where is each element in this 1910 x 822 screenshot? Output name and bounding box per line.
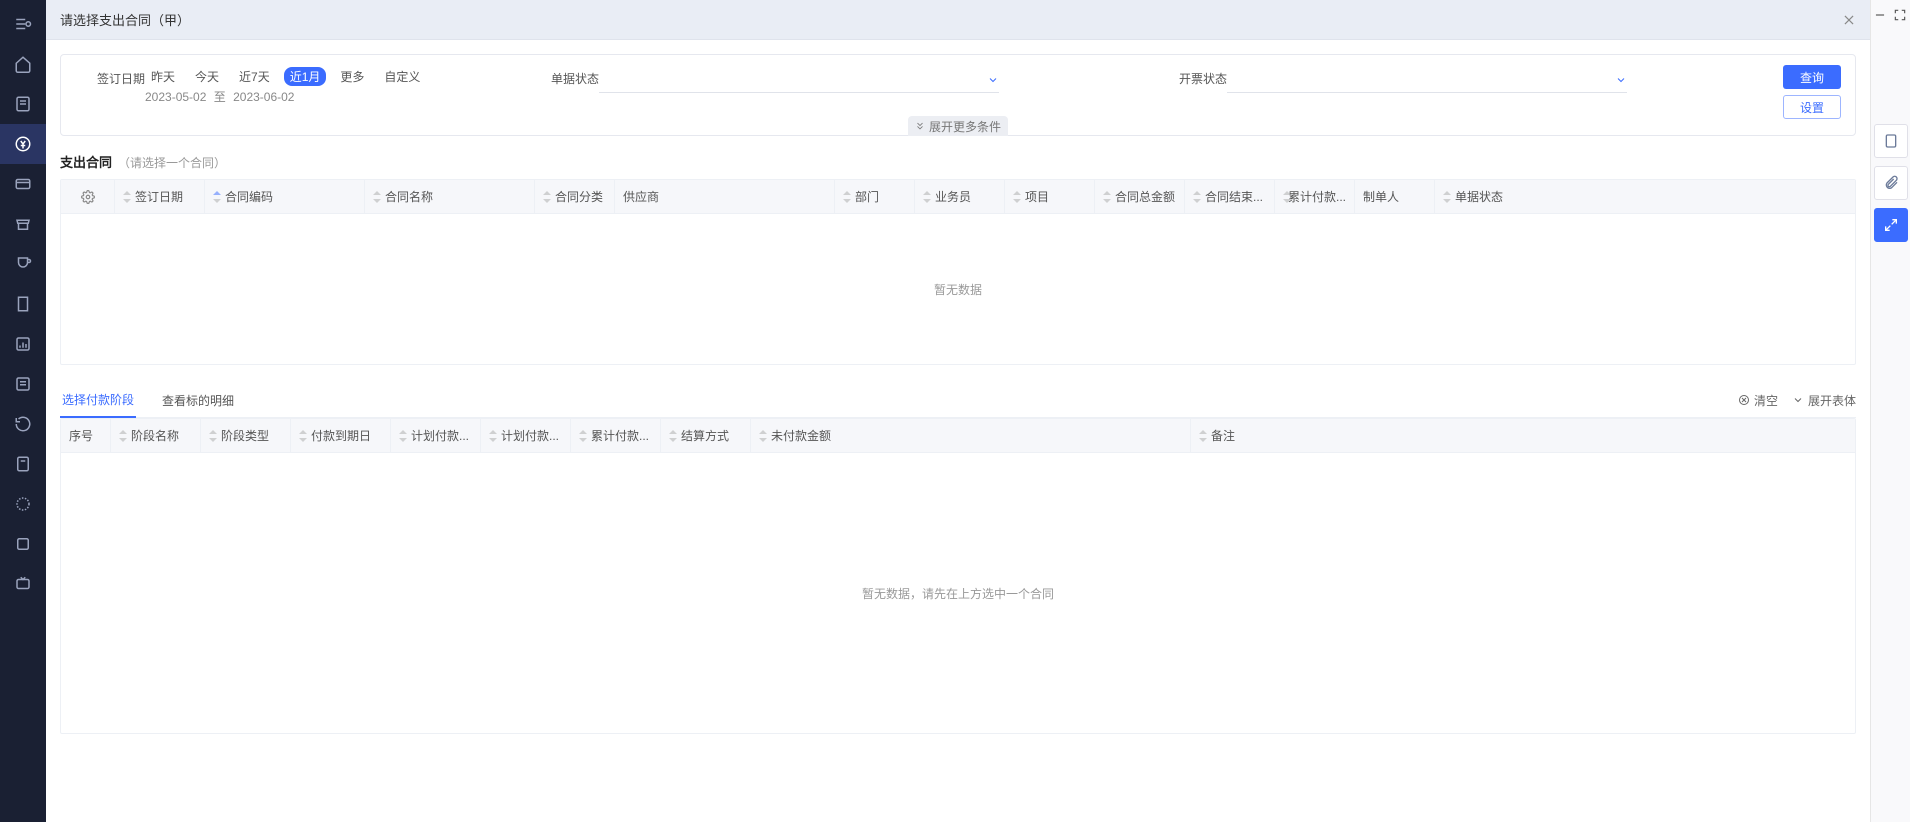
contract-table: 签订日期 合同编码 合同名称 合同分类 供应商 部门 业务员 项目 合同总金额 … bbox=[60, 179, 1856, 365]
nav-search-icon[interactable] bbox=[0, 4, 46, 44]
nav-home-icon[interactable] bbox=[0, 44, 46, 84]
scol-acc-pay[interactable]: 累计付款... bbox=[571, 419, 661, 452]
fullscreen-icon[interactable] bbox=[1893, 8, 1907, 22]
right-toolbar bbox=[1870, 0, 1910, 822]
date-opt-custom[interactable]: 自定义 bbox=[378, 67, 426, 86]
modal-header: 请选择支出合同（甲） bbox=[46, 0, 1870, 40]
col-creator[interactable]: 制单人 bbox=[1355, 180, 1435, 213]
tab-select-stage[interactable]: 选择付款阶段 bbox=[60, 383, 136, 418]
col-dept[interactable]: 部门 bbox=[835, 180, 915, 213]
scol-due-date[interactable]: 付款到期日 bbox=[291, 419, 391, 452]
filter-invoice-status-label: 开票状态 bbox=[1157, 67, 1227, 87]
scol-unpaid[interactable]: 未付款金额 bbox=[751, 419, 1191, 452]
nav-card-icon[interactable] bbox=[0, 164, 46, 204]
rt-attach-icon[interactable] bbox=[1874, 166, 1908, 200]
nav-misc-icon[interactable] bbox=[0, 524, 46, 564]
nav-building-icon[interactable] bbox=[0, 284, 46, 324]
nav-list-icon[interactable] bbox=[0, 364, 46, 404]
col-doc-status[interactable]: 单据状态 bbox=[1435, 180, 1855, 213]
doc-status-select[interactable] bbox=[599, 67, 999, 93]
nav-money-icon[interactable] bbox=[0, 124, 46, 164]
col-supplier[interactable]: 供应商 bbox=[615, 180, 835, 213]
expand-filters-label: 展开更多条件 bbox=[929, 118, 1001, 135]
filter-invoice-status: 开票状态 bbox=[1157, 67, 1761, 93]
lower-tabs: 选择付款阶段 查看标的明细 清空 展开表体 bbox=[60, 383, 1856, 418]
clear-icon bbox=[1738, 394, 1750, 406]
stage-table-empty: 暂无数据，请先在上方选中一个合同 bbox=[61, 453, 1855, 733]
double-chevron-down-icon bbox=[915, 121, 925, 131]
nav-doc-icon[interactable] bbox=[0, 84, 46, 124]
date-sep: 至 bbox=[214, 90, 226, 104]
nav-tv-icon[interactable] bbox=[0, 564, 46, 604]
modal-title: 请选择支出合同（甲） bbox=[60, 10, 190, 29]
date-to: 2023-06-02 bbox=[233, 90, 294, 104]
filter-panel: 签订日期 昨天 今天 近7天 近1月 更多 自定义 2023-05-02 至 bbox=[60, 54, 1856, 136]
nav-store-icon[interactable] bbox=[0, 204, 46, 244]
chevron-down-icon bbox=[987, 74, 999, 86]
date-opt-today[interactable]: 今天 bbox=[189, 67, 225, 86]
col-contract-code[interactable]: 合同编码 bbox=[205, 180, 365, 213]
tab-view-detail[interactable]: 查看标的明细 bbox=[160, 384, 236, 417]
expand-filters-button[interactable]: 展开更多条件 bbox=[908, 116, 1008, 136]
col-contract-cat[interactable]: 合同分类 bbox=[535, 180, 615, 213]
minimize-icon[interactable] bbox=[1873, 8, 1887, 22]
expand-body-label: 展开表体 bbox=[1808, 392, 1856, 409]
date-range-display: 2023-05-02 至 2023-06-02 bbox=[145, 88, 426, 105]
contract-section-main: 支出合同 bbox=[60, 152, 112, 171]
filter-doc-status: 单据状态 bbox=[529, 67, 1133, 93]
scol-stage-name[interactable]: 阶段名称 bbox=[111, 419, 201, 452]
clear-label: 清空 bbox=[1754, 392, 1778, 409]
date-from: 2023-05-02 bbox=[145, 90, 206, 104]
contract-table-empty: 暂无数据 bbox=[61, 214, 1855, 364]
close-icon[interactable] bbox=[1842, 13, 1856, 27]
contract-section-title: 支出合同 （请选择一个合同） bbox=[60, 152, 1856, 171]
col-end[interactable]: 合同结束... bbox=[1185, 180, 1275, 213]
scol-remark[interactable]: 备注 bbox=[1191, 419, 1855, 452]
stage-table: 序号 阶段名称 阶段类型 付款到期日 计划付款... 计划付款... 累计付款.… bbox=[60, 418, 1856, 734]
invoice-status-select[interactable] bbox=[1227, 67, 1627, 93]
filter-sign-date: 签订日期 昨天 今天 近7天 近1月 更多 自定义 2023-05-02 至 bbox=[75, 67, 505, 105]
search-button[interactable]: 查询 bbox=[1783, 65, 1841, 89]
left-nav-sidebar bbox=[0, 0, 46, 822]
col-contract-name[interactable]: 合同名称 bbox=[365, 180, 535, 213]
rt-doc-icon[interactable] bbox=[1874, 124, 1908, 158]
filter-doc-status-label: 单据状态 bbox=[529, 67, 599, 87]
date-opt-yesterday[interactable]: 昨天 bbox=[145, 67, 181, 86]
scol-stage-type[interactable]: 阶段类型 bbox=[201, 419, 291, 452]
expand-body-button[interactable]: 展开表体 bbox=[1792, 392, 1856, 409]
nav-cup-icon[interactable] bbox=[0, 244, 46, 284]
scol-plan-pay2[interactable]: 计划付款... bbox=[481, 419, 571, 452]
rt-expand-icon[interactable] bbox=[1874, 208, 1908, 242]
table-settings-icon[interactable] bbox=[61, 180, 115, 213]
nav-refresh-icon[interactable] bbox=[0, 404, 46, 444]
contract-section-sub: （请选择一个合同） bbox=[118, 154, 226, 171]
date-opt-last7d[interactable]: 近7天 bbox=[233, 67, 276, 86]
filter-sign-date-label: 签订日期 bbox=[75, 67, 145, 87]
contract-table-header: 签订日期 合同编码 合同名称 合同分类 供应商 部门 业务员 项目 合同总金额 … bbox=[61, 180, 1855, 214]
reset-button[interactable]: 设置 bbox=[1783, 95, 1841, 119]
col-total-amount[interactable]: 合同总金额 bbox=[1095, 180, 1185, 213]
nav-report-icon[interactable] bbox=[0, 324, 46, 364]
chevron-down-icon bbox=[1615, 74, 1627, 86]
stage-table-header: 序号 阶段名称 阶段类型 付款到期日 计划付款... 计划付款... 累计付款.… bbox=[61, 419, 1855, 453]
nav-note-icon[interactable] bbox=[0, 444, 46, 484]
nav-dashed-icon[interactable] bbox=[0, 484, 46, 524]
clear-button[interactable]: 清空 bbox=[1738, 392, 1778, 409]
date-opt-last1m[interactable]: 近1月 bbox=[284, 67, 327, 86]
chevron-down-icon bbox=[1792, 394, 1804, 406]
scol-plan-pay1[interactable]: 计划付款... bbox=[391, 419, 481, 452]
scol-index[interactable]: 序号 bbox=[61, 419, 111, 452]
filter-actions: 查询 设置 bbox=[1783, 65, 1841, 119]
scol-settle[interactable]: 结算方式 bbox=[661, 419, 751, 452]
select-contract-modal: 请选择支出合同（甲） 签订日期 昨天 今天 近7天 近1月 更多 bbox=[46, 0, 1870, 822]
col-project[interactable]: 项目 bbox=[1005, 180, 1095, 213]
col-paid[interactable]: 累计付款... bbox=[1275, 180, 1355, 213]
col-sales[interactable]: 业务员 bbox=[915, 180, 1005, 213]
col-sign-date[interactable]: 签订日期 bbox=[115, 180, 205, 213]
date-opt-more[interactable]: 更多 bbox=[334, 67, 370, 86]
